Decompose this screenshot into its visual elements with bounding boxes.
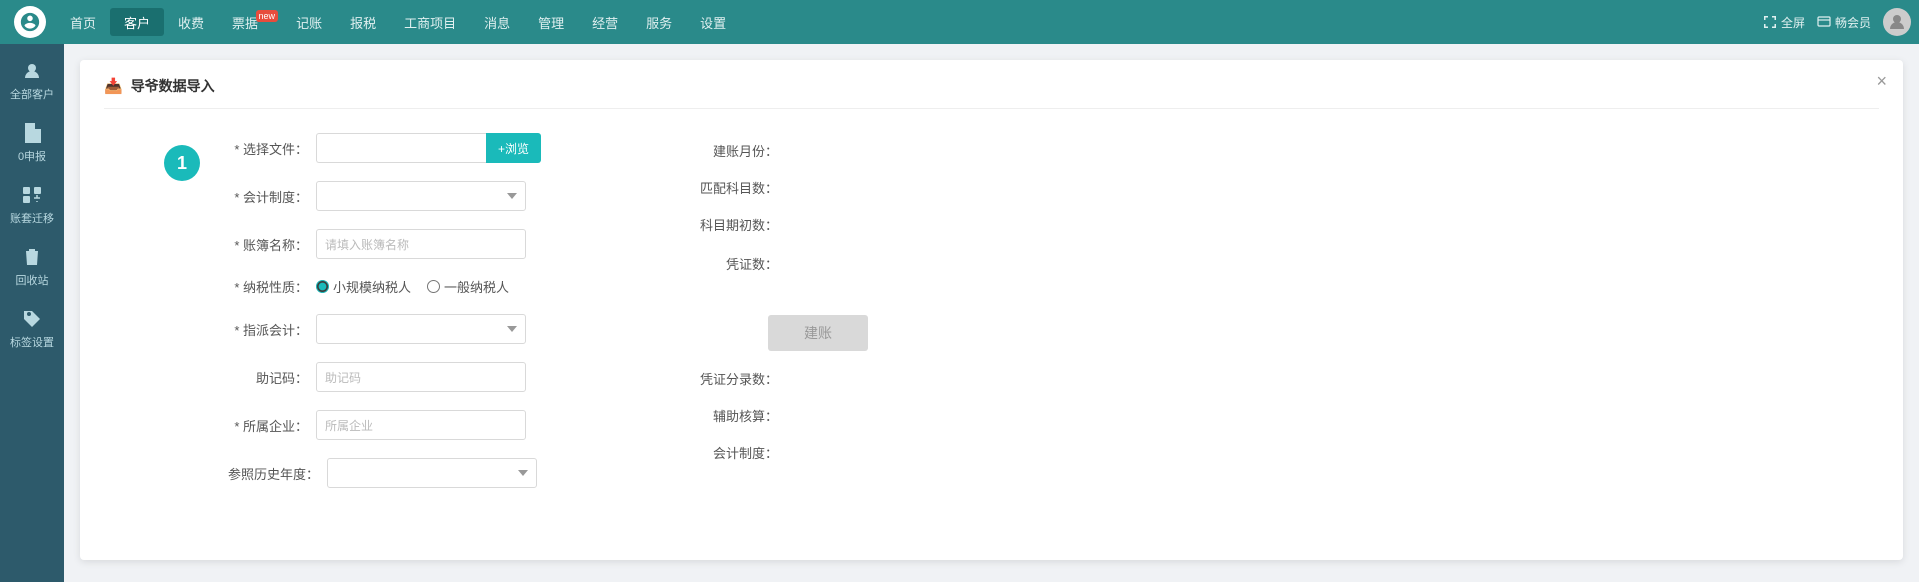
build-month-row: 建账月份： xyxy=(688,141,1879,160)
nav-item-operations[interactable]: 经营 xyxy=(578,8,632,36)
assigned-accountant-select[interactable] xyxy=(316,314,526,344)
mnemonic-input[interactable] xyxy=(316,362,526,392)
subject-initial-label: 科目期初数： xyxy=(688,215,778,234)
accounting-system-select[interactable] xyxy=(316,181,526,211)
build-month-label: 建账月份： xyxy=(688,141,778,160)
tax-type-general-radio[interactable]: 一般纳税人 xyxy=(427,277,509,296)
voucher-count-label: 凭证数： xyxy=(688,254,778,273)
nav-item-billing[interactable]: 收费 xyxy=(164,8,218,36)
form-right: 建账月份： 匹配科目数： 科目期初数： 凭证数： xyxy=(648,133,1879,488)
accounting-system-label: * 会计制度： xyxy=(228,187,308,206)
reference-history-label: 参照历史年度： xyxy=(228,464,319,483)
assigned-accountant-row: * 指派会计： xyxy=(228,314,648,344)
accounting-system-row: * 会计制度： xyxy=(228,181,648,211)
sidebar-item-trash[interactable]: 回收站 xyxy=(0,238,64,296)
nav-item-home[interactable]: 首页 xyxy=(56,8,110,36)
nav-item-tax[interactable]: 报税 xyxy=(336,8,390,36)
nav-right: 全屏 畅会员 xyxy=(1763,8,1911,36)
select-file-row: * 选择文件： +浏览 xyxy=(228,133,648,163)
nav-item-tickets[interactable]: 票据 new xyxy=(218,8,282,36)
reference-history-row: 参照历史年度： xyxy=(228,458,648,488)
tax-type-row: * 纳税性质： 小规模纳税人 一般纳税人 xyxy=(228,277,648,296)
right-accounting-system-row: 会计制度： xyxy=(688,443,1879,462)
tax-type-small-input[interactable] xyxy=(316,280,329,293)
mnemonic-label: 助记码： xyxy=(228,368,308,387)
nav-item-customers[interactable]: 客户 xyxy=(110,8,164,36)
ledger-name-row: * 账簿名称： xyxy=(228,229,648,259)
dialog-title: 导爷数据导入 xyxy=(131,76,215,96)
right-accounting-system-label: 会计制度： xyxy=(688,443,778,462)
file-icon xyxy=(21,122,43,144)
sidebar-item-zero-declaration[interactable]: 0申报 xyxy=(0,114,64,172)
tax-type-general-input[interactable] xyxy=(427,280,440,293)
nav-item-management[interactable]: 管理 xyxy=(524,8,578,36)
match-subjects-row: 匹配科目数： xyxy=(688,178,1879,197)
voucher-count-row: 凭证数： xyxy=(688,254,1879,273)
dialog-header: 📥 导爷数据导入 xyxy=(104,76,1879,109)
match-subjects-label: 匹配科目数： xyxy=(688,178,778,197)
person-icon xyxy=(21,60,43,82)
new-badge: new xyxy=(256,10,279,22)
nav-item-services[interactable]: 服务 xyxy=(632,8,686,36)
subject-initial-row: 科目期初数： xyxy=(688,215,1879,234)
browse-button[interactable]: +浏览 xyxy=(486,133,541,163)
file-input[interactable] xyxy=(316,133,486,163)
sidebar: 全部客户 0申报 账套迁移 回收站 标签设置 xyxy=(0,44,64,582)
affiliated-enterprise-row: * 所属企业： xyxy=(228,410,648,440)
import-icon: 📥 xyxy=(104,77,123,95)
app-layout: 全部客户 0申报 账套迁移 回收站 标签设置 xyxy=(0,44,1919,582)
top-navigation: 首页 客户 收费 票据 new 记账 报税 工商项目 消息 管理 经营 服务 设… xyxy=(0,0,1919,44)
sidebar-item-tag-settings[interactable]: 标签设置 xyxy=(0,300,64,358)
auxiliary-accounting-row: 辅助核算： xyxy=(688,406,1879,425)
main-content: 📥 导爷数据导入 × 1 * 选择文件： xyxy=(64,44,1919,582)
tag-icon xyxy=(21,308,43,330)
tax-type-label: * 纳税性质： xyxy=(228,277,308,296)
move-icon xyxy=(21,184,43,206)
nav-item-settings[interactable]: 设置 xyxy=(686,8,740,36)
member-btn[interactable]: 畅会员 xyxy=(1817,14,1871,31)
form-area: 1 * 选择文件： +浏览 xyxy=(104,109,1879,488)
voucher-entries-row: 凭证分录数： xyxy=(688,369,1879,388)
nav-item-messages[interactable]: 消息 xyxy=(470,8,524,36)
user-avatar[interactable] xyxy=(1883,8,1911,36)
ledger-name-label: * 账簿名称： xyxy=(228,235,308,254)
ledger-name-input[interactable] xyxy=(316,229,526,259)
sidebar-item-account-migration[interactable]: 账套迁移 xyxy=(0,176,64,234)
affiliated-enterprise-label: * 所属企业： xyxy=(228,416,308,435)
affiliated-enterprise-input[interactable] xyxy=(316,410,526,440)
nav-items: 首页 客户 收费 票据 new 记账 报税 工商项目 消息 管理 经营 服务 设… xyxy=(56,8,1763,36)
dialog-close-button[interactable]: × xyxy=(1876,72,1887,90)
voucher-entries-label: 凭证分录数： xyxy=(688,369,778,388)
mnemonic-row: 助记码： xyxy=(228,362,648,392)
fullscreen-btn[interactable]: 全屏 xyxy=(1763,14,1805,31)
build-account-button[interactable]: 建账 xyxy=(768,315,868,351)
sidebar-item-all-customers[interactable]: 全部客户 xyxy=(0,52,64,110)
tax-type-radio-group: 小规模纳税人 一般纳税人 xyxy=(316,277,509,296)
trash-icon xyxy=(21,246,43,268)
file-input-wrap: +浏览 xyxy=(316,133,541,163)
reference-history-select[interactable] xyxy=(327,458,537,488)
dialog-card: 📥 导爷数据导入 × 1 * 选择文件： xyxy=(80,60,1903,560)
form-left: * 选择文件： +浏览 * 会计制度： xyxy=(228,133,648,488)
logo[interactable] xyxy=(8,0,52,44)
nav-item-bookkeeping[interactable]: 记账 xyxy=(282,8,336,36)
assigned-accountant-label: * 指派会计： xyxy=(228,320,308,339)
select-file-label: * 选择文件： xyxy=(228,139,308,158)
step-indicator: 1 xyxy=(164,145,200,181)
auxiliary-accounting-label: 辅助核算： xyxy=(688,406,778,425)
nav-item-industrial[interactable]: 工商项目 xyxy=(390,8,470,36)
tax-type-small-radio[interactable]: 小规模纳税人 xyxy=(316,277,411,296)
